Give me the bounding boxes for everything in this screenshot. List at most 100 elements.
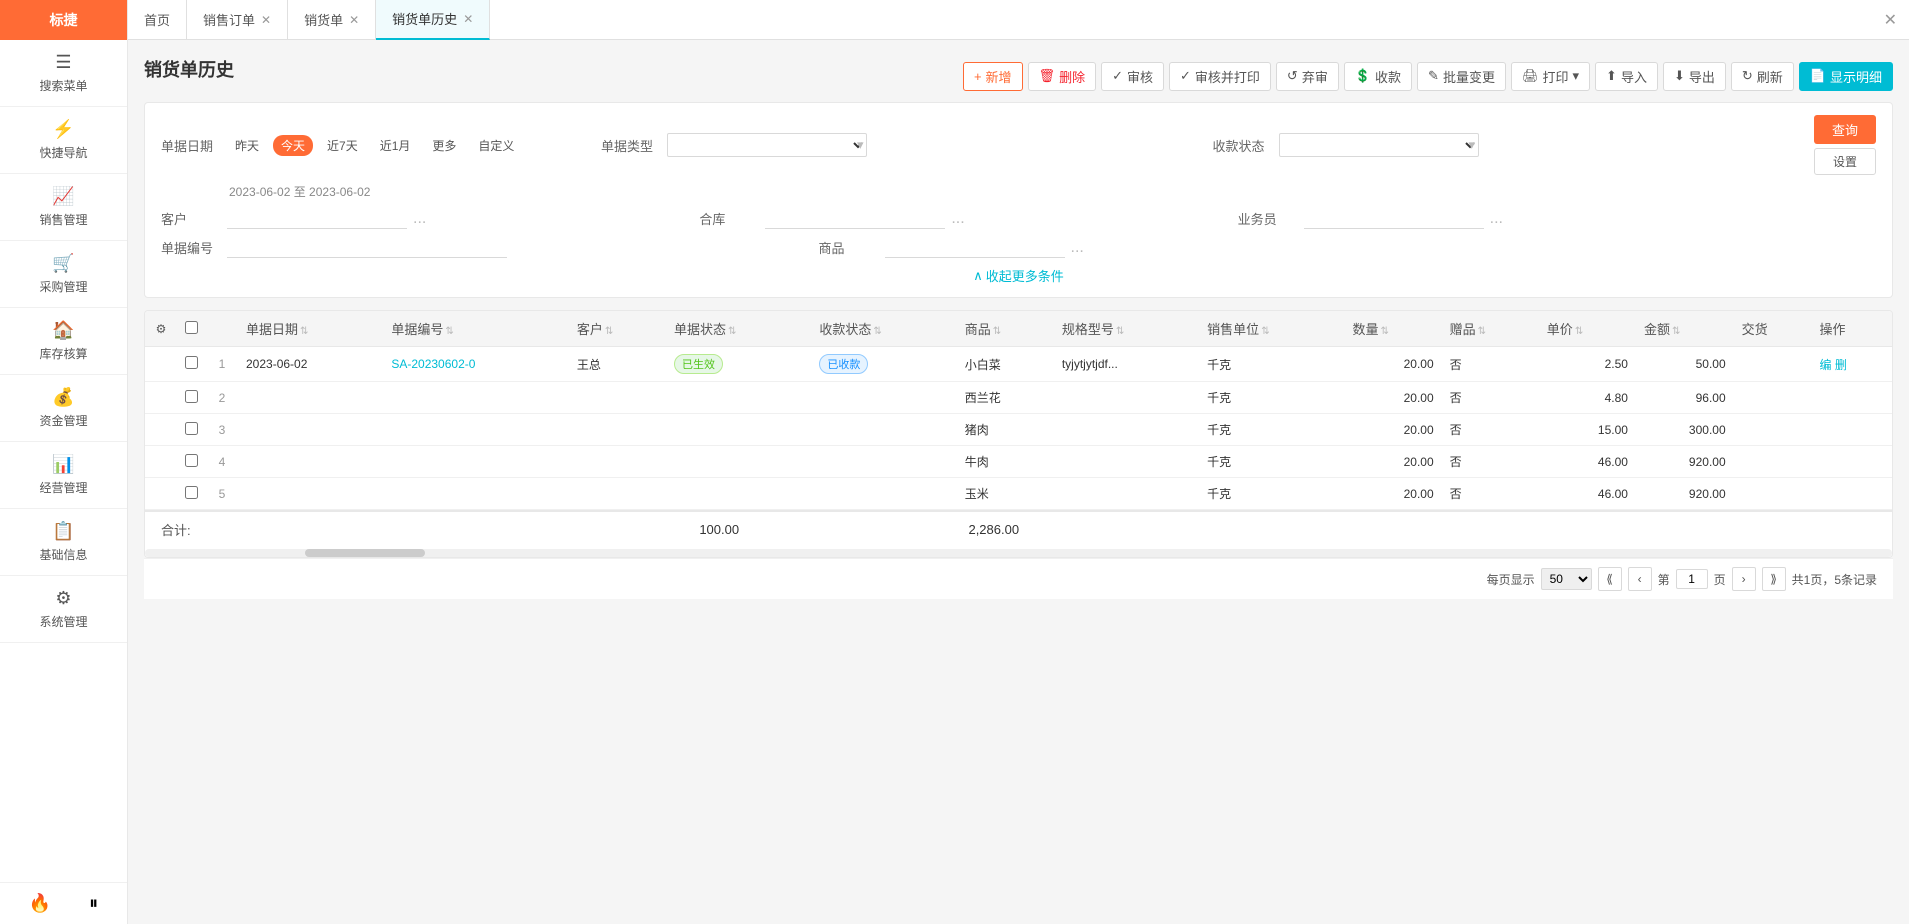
sidebar-item-purchase-mgmt[interactable]: 🛒 采购管理 <box>0 241 127 308</box>
col-customer[interactable]: 客户⇅ <box>569 311 666 347</box>
cell-checkbox[interactable] <box>177 347 206 382</box>
goods-input[interactable] <box>885 237 1065 258</box>
col-unit[interactable]: 销售单位⇅ <box>1199 311 1344 347</box>
sort-spec-icon[interactable]: ⇅ <box>1116 326 1124 337</box>
date-tab-7days[interactable]: 近7天 <box>319 135 366 156</box>
col-docno[interactable]: 单据编号⇅ <box>383 311 569 347</box>
cell-docno[interactable] <box>383 414 569 446</box>
col-spec[interactable]: 规格型号⇅ <box>1054 311 1199 347</box>
cell-docno[interactable] <box>383 478 569 510</box>
sidebar-item-sales-mgmt[interactable]: 📈 销售管理 <box>0 174 127 241</box>
collect-status-select[interactable] <box>1279 133 1479 157</box>
row-checkbox[interactable] <box>185 356 198 369</box>
doc-type-select[interactable] <box>667 133 867 157</box>
cell-docno[interactable]: SA-20230602-0 <box>383 347 569 382</box>
cell-checkbox[interactable] <box>177 478 206 510</box>
salesman-dots[interactable]: ... <box>1490 210 1503 228</box>
horizontal-scrollbar[interactable] <box>145 549 1892 557</box>
col-date[interactable]: 单据日期⇅ <box>238 311 383 347</box>
select-all-checkbox[interactable] <box>185 321 198 334</box>
show-details-button[interactable]: 📄 显示明细 <box>1799 62 1893 91</box>
edit-action-link[interactable]: 编 <box>1820 358 1832 372</box>
scrollbar-thumb[interactable] <box>305 549 425 557</box>
tab-sales-history-close[interactable]: ✕ <box>463 12 473 26</box>
new-button[interactable]: + 新增 <box>963 62 1023 91</box>
date-tab-custom[interactable]: 自定义 <box>470 135 522 156</box>
tab-home[interactable]: 首页 <box>128 0 187 40</box>
col-goods[interactable]: 商品⇅ <box>957 311 1054 347</box>
export-button[interactable]: ⬇ 导出 <box>1663 62 1726 91</box>
col-doc-status[interactable]: 单据状态⇅ <box>666 311 811 347</box>
docno-input[interactable] <box>227 237 507 258</box>
row-checkbox[interactable] <box>185 454 198 467</box>
page-next-btn[interactable]: › <box>1732 567 1756 591</box>
page-prev-btn[interactable]: ‹ <box>1628 567 1652 591</box>
import-button[interactable]: ⬆ 导入 <box>1595 62 1658 91</box>
tab-sales-order-close[interactable]: ✕ <box>261 13 271 27</box>
batch-change-button[interactable]: ✎ 批量变更 <box>1417 62 1506 91</box>
sidebar-item-basic-info[interactable]: 📋 基础信息 <box>0 509 127 576</box>
sort-quantity-icon[interactable]: ⇅ <box>1381 326 1389 337</box>
print-button[interactable]: 🖨 打印 ▾ <box>1511 62 1590 91</box>
page-first-btn[interactable]: ⟪ <box>1598 567 1622 591</box>
sort-collect-status-icon[interactable]: ⇅ <box>873 326 881 337</box>
tab-sales-history[interactable]: 销货单历史 ✕ <box>376 0 490 40</box>
pause-icon[interactable]: ⏸ <box>89 893 98 914</box>
col-checkbox[interactable] <box>177 311 206 347</box>
sort-goods-icon[interactable]: ⇅ <box>993 326 1001 337</box>
audit-button[interactable]: ✓ 审核 <box>1101 62 1164 91</box>
col-price[interactable]: 单价⇅ <box>1539 311 1636 347</box>
cell-docno[interactable] <box>383 446 569 478</box>
goods-dots[interactable]: ... <box>1071 239 1084 257</box>
tabbar-close-all[interactable]: ✕ <box>1872 10 1909 30</box>
row-checkbox[interactable] <box>185 486 198 499</box>
query-button[interactable]: 查询 <box>1814 115 1876 144</box>
col-quantity[interactable]: 数量⇅ <box>1345 311 1442 347</box>
customer-input[interactable] <box>227 208 407 229</box>
col-gift[interactable]: 赠品⇅ <box>1442 311 1539 347</box>
sort-price-icon[interactable]: ⇅ <box>1575 326 1583 337</box>
date-tab-more[interactable]: 更多 <box>424 135 464 156</box>
sidebar-item-finance[interactable]: 💰 资金管理 <box>0 375 127 442</box>
warehouse-dots[interactable]: ... <box>951 210 964 228</box>
cell-docno[interactable] <box>383 382 569 414</box>
warehouse-input[interactable] <box>765 208 945 229</box>
sort-gift-icon[interactable]: ⇅ <box>1478 326 1486 337</box>
row-checkbox[interactable] <box>185 390 198 403</box>
sort-unit-icon[interactable]: ⇅ <box>1261 326 1269 337</box>
sidebar-item-inventory[interactable]: 🏠 库存核算 <box>0 308 127 375</box>
date-tab-yesterday[interactable]: 昨天 <box>227 135 267 156</box>
abandon-button[interactable]: ↺ 弃审 <box>1276 62 1339 91</box>
date-tab-today[interactable]: 今天 <box>273 135 313 156</box>
tab-sales-shipment[interactable]: 销货单 ✕ <box>288 0 376 40</box>
sort-doc-status-icon[interactable]: ⇅ <box>728 326 736 337</box>
del-action-link[interactable]: 删 <box>1835 358 1847 372</box>
col-collect-status[interactable]: 收款状态⇅ <box>811 311 956 347</box>
sidebar-item-operations[interactable]: 📊 经营管理 <box>0 442 127 509</box>
page-size-select[interactable]: 50 100 200 <box>1541 568 1592 590</box>
audit-print-button[interactable]: ✓ 审核并打印 <box>1169 62 1271 91</box>
sort-amount-icon[interactable]: ⇅ <box>1672 326 1680 337</box>
cell-checkbox[interactable] <box>177 414 206 446</box>
col-gear[interactable]: ⚙ <box>145 311 177 347</box>
sort-docno-icon[interactable]: ⇅ <box>445 326 453 337</box>
cell-checkbox[interactable] <box>177 382 206 414</box>
sort-customer-icon[interactable]: ⇅ <box>605 326 613 337</box>
page-last-btn[interactable]: ⟫ <box>1762 567 1786 591</box>
delete-button[interactable]: 🗑 删除 <box>1028 62 1097 91</box>
date-tab-1month[interactable]: 近1月 <box>372 135 419 156</box>
tab-sales-order[interactable]: 销售订单 ✕ <box>187 0 288 40</box>
col-amount[interactable]: 金额⇅ <box>1636 311 1734 347</box>
sidebar-item-search-menu[interactable]: ☰ 搜索菜单 <box>0 40 127 107</box>
collect-button[interactable]: 💲 收款 <box>1344 62 1412 91</box>
page-input[interactable] <box>1676 569 1708 589</box>
customer-dots[interactable]: ... <box>413 210 426 228</box>
sidebar-item-sys-mgmt[interactable]: ⚙ 系统管理 <box>0 576 127 643</box>
cell-checkbox[interactable] <box>177 446 206 478</box>
row-checkbox[interactable] <box>185 422 198 435</box>
settings-button[interactable]: 设置 <box>1814 148 1876 175</box>
sort-date-icon[interactable]: ⇅ <box>300 326 308 337</box>
sidebar-item-quick-nav[interactable]: ⚡ 快捷导航 <box>0 107 127 174</box>
salesman-input[interactable] <box>1304 208 1484 229</box>
refresh-button[interactable]: ↻ 刷新 <box>1731 62 1794 91</box>
